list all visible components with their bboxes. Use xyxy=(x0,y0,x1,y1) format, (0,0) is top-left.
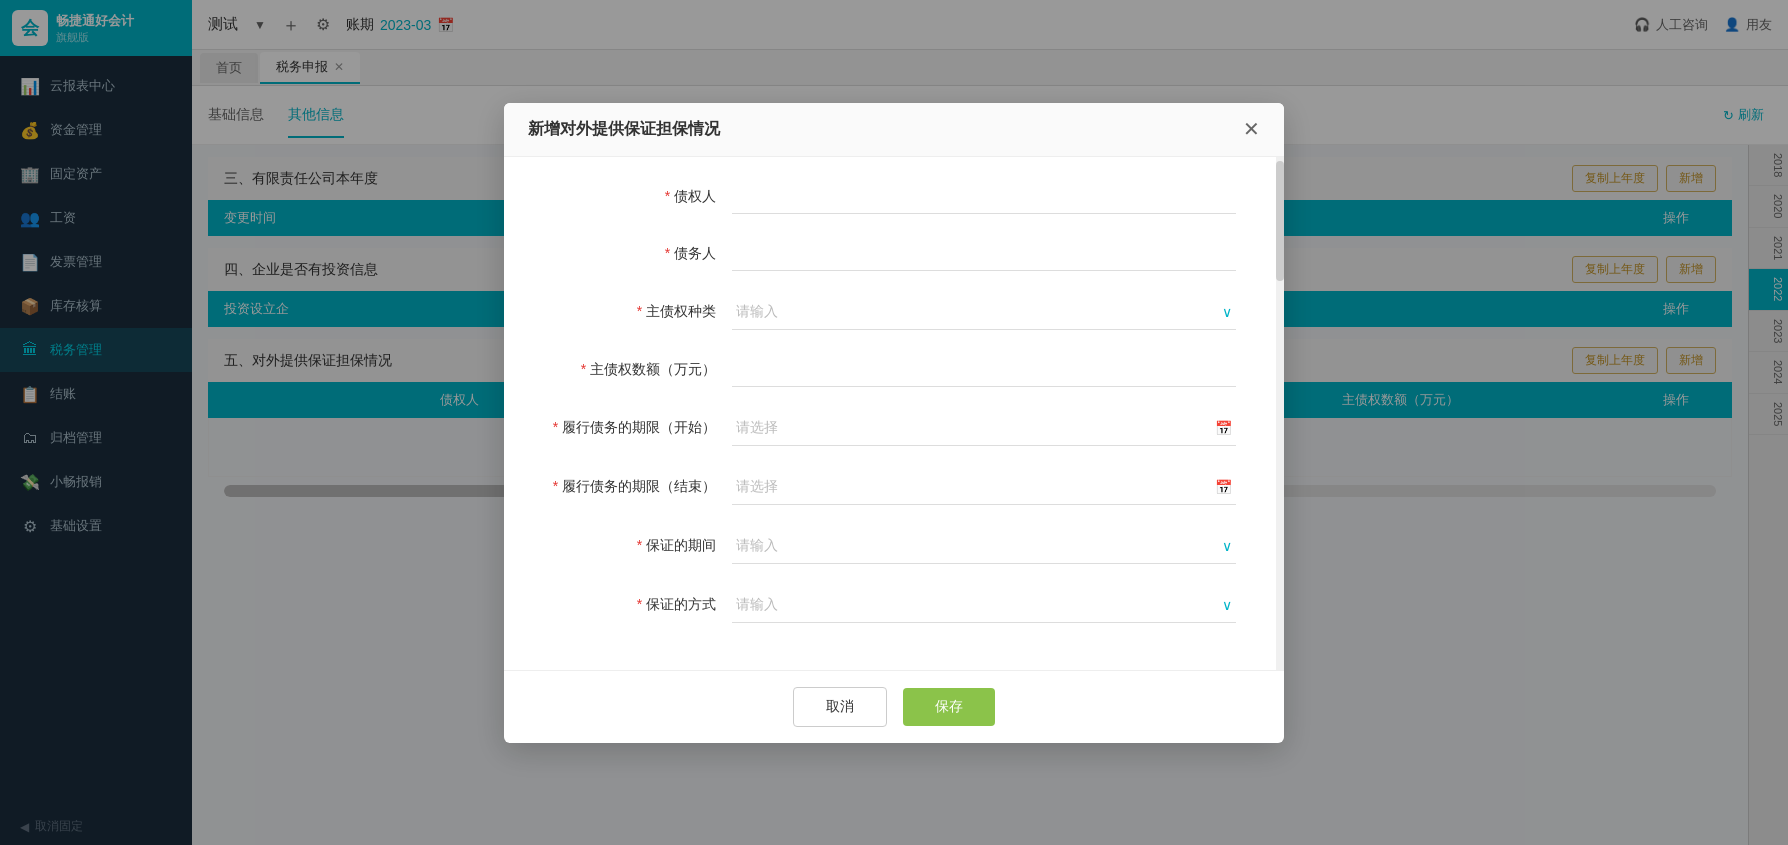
guarantee-period-placeholder: 请输入 xyxy=(736,537,1222,555)
form-row-period-end: * 履行债务的期限（结束） 请选择 📅 xyxy=(552,470,1236,505)
modal-close-button[interactable]: ✕ xyxy=(1243,119,1260,139)
guarantee-method-select[interactable]: 请输入 ∨ xyxy=(732,588,1236,623)
modal-header: 新增对外提供保证担保情况 ✕ xyxy=(504,103,1284,157)
form-row-period-start: * 履行债务的期限（开始） 请选择 📅 xyxy=(552,411,1236,446)
debt-type-dropdown-icon: ∨ xyxy=(1222,304,1232,320)
guarantee-method-placeholder: 请输入 xyxy=(736,596,1222,614)
debt-amount-label: * 主债权数额（万元） xyxy=(552,361,732,379)
modal-scrollbar-track xyxy=(1276,157,1284,670)
form-row-debt-type: * 主债权种类 请输入 ∨ xyxy=(552,295,1236,330)
save-button[interactable]: 保存 xyxy=(903,688,995,726)
guarantee-method-label: * 保证的方式 xyxy=(552,596,732,614)
modal-scrollbar-thumb xyxy=(1276,161,1284,281)
modal-footer: 取消 保存 xyxy=(504,670,1284,743)
guarantee-period-dropdown-icon: ∨ xyxy=(1222,538,1232,554)
guarantee-period-select[interactable]: 请输入 ∨ xyxy=(732,529,1236,564)
form-row-guarantee-method: * 保证的方式 请输入 ∨ xyxy=(552,588,1236,623)
period-start-picker[interactable]: 请选择 📅 xyxy=(732,411,1236,446)
form-row-creditor: * 债权人 xyxy=(552,181,1236,214)
period-start-label: * 履行债务的期限（开始） xyxy=(552,419,732,437)
form-row-guarantee-period: * 保证的期间 请输入 ∨ xyxy=(552,529,1236,564)
period-end-picker[interactable]: 请选择 📅 xyxy=(732,470,1236,505)
debt-type-label: * 主债权种类 xyxy=(552,303,732,321)
creditor-input[interactable] xyxy=(732,181,1236,214)
cancel-button[interactable]: 取消 xyxy=(793,687,887,727)
calendar-end-icon: 📅 xyxy=(1215,479,1232,495)
calendar-start-icon: 📅 xyxy=(1215,420,1232,436)
period-start-placeholder: 请选择 xyxy=(736,419,1215,437)
form-row-debt-amount: * 主债权数额（万元） xyxy=(552,354,1236,387)
modal: 新增对外提供保证担保情况 ✕ * 债权人 * 债务人 xyxy=(504,103,1284,743)
debtor-input[interactable] xyxy=(732,238,1236,271)
modal-overlay: 新增对外提供保证担保情况 ✕ * 债权人 * 债务人 xyxy=(0,0,1788,845)
debt-type-placeholder: 请输入 xyxy=(736,303,1222,321)
guarantee-method-dropdown-icon: ∨ xyxy=(1222,597,1232,613)
debt-amount-input[interactable] xyxy=(732,354,1236,387)
modal-body: * 债权人 * 债务人 * 主债权种类 请输入 xyxy=(504,157,1284,670)
guarantee-period-label: * 保证的期间 xyxy=(552,537,732,555)
creditor-label: * 债权人 xyxy=(552,188,732,206)
modal-title: 新增对外提供保证担保情况 xyxy=(528,119,720,140)
period-end-label: * 履行债务的期限（结束） xyxy=(552,478,732,496)
form-row-debtor: * 债务人 xyxy=(552,238,1236,271)
debtor-label: * 债务人 xyxy=(552,245,732,263)
period-end-placeholder: 请选择 xyxy=(736,478,1215,496)
debt-type-select[interactable]: 请输入 ∨ xyxy=(732,295,1236,330)
